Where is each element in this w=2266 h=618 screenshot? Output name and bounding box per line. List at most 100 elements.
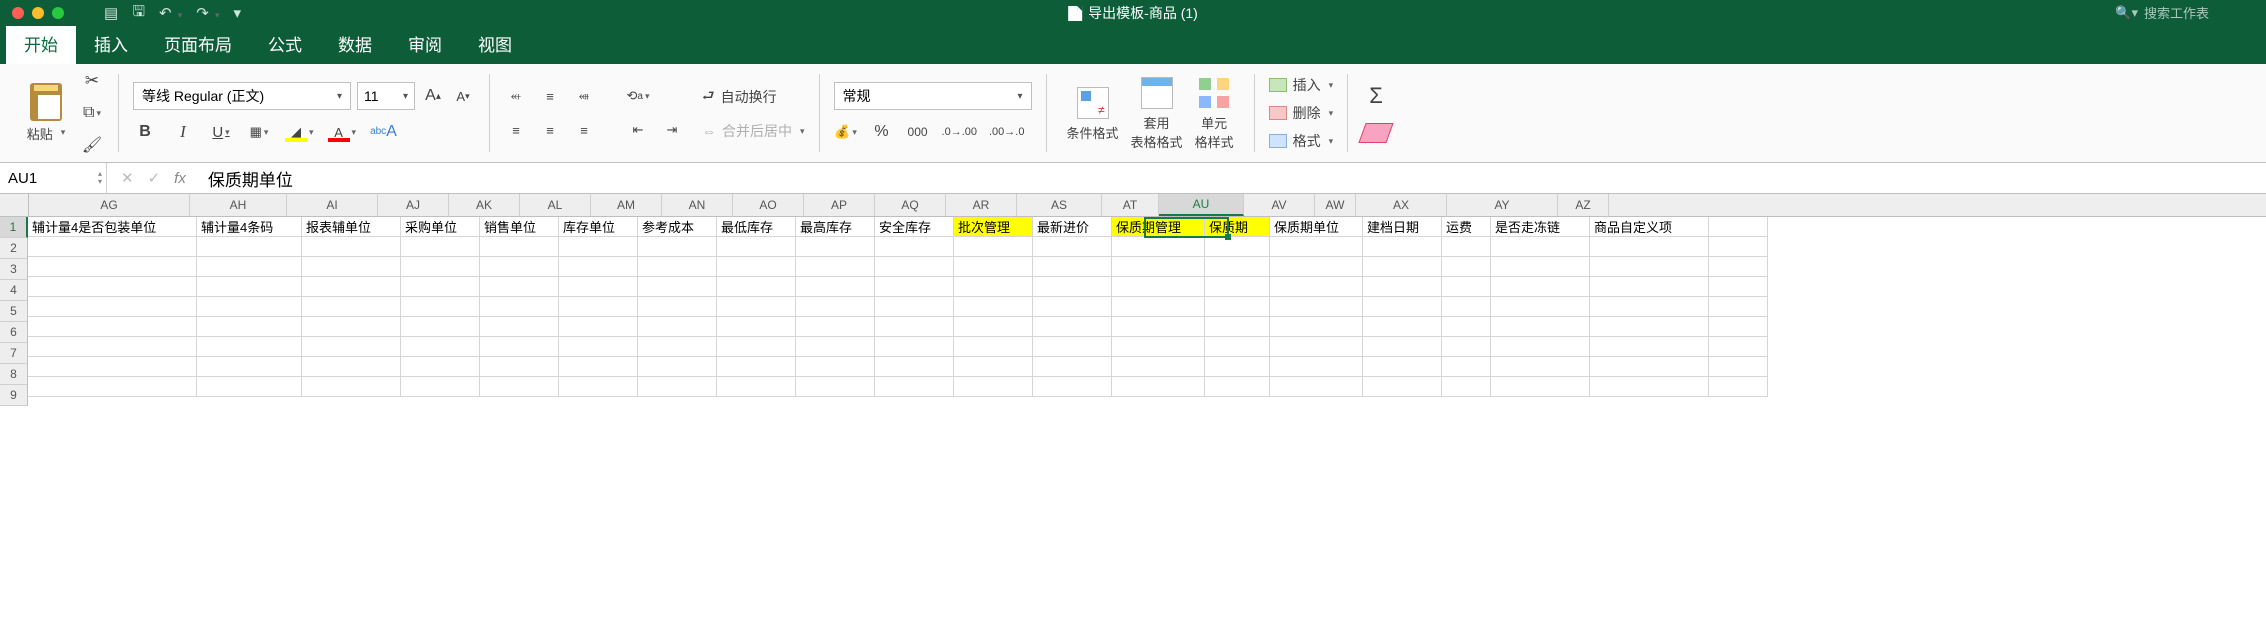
column-header-AR[interactable]: AR [946,194,1017,216]
row-header-9[interactable]: 9 [0,385,28,406]
cell-AM4[interactable] [638,277,717,297]
tab-插入[interactable]: 插入 [76,23,146,64]
cell-AJ3[interactable] [401,257,480,277]
column-header-AL[interactable]: AL [520,194,591,216]
cell-AY4[interactable] [1590,277,1709,297]
column-header-AH[interactable]: AH [190,194,287,216]
cell-AP8[interactable] [875,357,954,377]
conditional-format-button[interactable]: 条件格式 [1061,85,1125,142]
cell-AU3[interactable] [1270,257,1363,277]
cell-AI6[interactable] [302,317,401,337]
cell-AG4[interactable] [28,277,197,297]
cell-AG8[interactable] [28,357,197,377]
cell-AO5[interactable] [796,297,875,317]
cell-AS1[interactable]: 保质期管理 [1112,217,1205,237]
cell-AJ8[interactable] [401,357,480,377]
redo-icon[interactable]: ↷ ▾ [196,4,219,22]
cell-AQ1[interactable]: 批次管理 [954,217,1033,237]
cell-AM2[interactable] [638,237,717,257]
cell-AQ4[interactable] [954,277,1033,297]
cell-AR3[interactable] [1033,257,1112,277]
cell-AV7[interactable] [1363,337,1442,357]
column-header-AU[interactable]: AU [1159,194,1244,216]
maximize-window-button[interactable] [52,7,64,19]
row-header-3[interactable]: 3 [0,259,28,280]
column-header-AV[interactable]: AV [1244,194,1315,216]
row-header-2[interactable]: 2 [0,238,28,259]
cell-AS2[interactable] [1112,237,1205,257]
column-header-AG[interactable]: AG [29,194,190,216]
cell-AG5[interactable] [28,297,197,317]
cell-AZ1[interactable] [1709,217,1768,237]
align-left-button[interactable]: ≡ [504,118,528,142]
cell-AJ5[interactable] [401,297,480,317]
column-header-AJ[interactable]: AJ [378,194,449,216]
cell-AP7[interactable] [875,337,954,357]
decrease-decimal-button[interactable]: .00→.0 [989,120,1024,144]
column-header-AZ[interactable]: AZ [1558,194,1609,216]
cell-AI9[interactable] [302,377,401,397]
cell-AX6[interactable] [1491,317,1590,337]
row-header-1[interactable]: 1 [0,217,28,238]
cell-AH7[interactable] [197,337,302,357]
cell-AH5[interactable] [197,297,302,317]
sheet-search[interactable]: 🔍▾ [2115,5,2256,22]
cell-AR6[interactable] [1033,317,1112,337]
cell-AH8[interactable] [197,357,302,377]
cell-AI8[interactable] [302,357,401,377]
cell-AM7[interactable] [638,337,717,357]
copy-button[interactable]: ⧉ ▾ [80,101,104,125]
cell-AG7[interactable] [28,337,197,357]
cell-AN9[interactable] [717,377,796,397]
cell-AU1[interactable]: 保质期单位 [1270,217,1363,237]
cell-AH1[interactable]: 辅计量4条码 [197,217,302,237]
clear-button[interactable] [1358,123,1393,143]
cell-AL7[interactable] [559,337,638,357]
increase-font-button[interactable]: A▴ [421,84,445,108]
cell-AQ6[interactable] [954,317,1033,337]
column-header-AO[interactable]: AO [733,194,804,216]
cells-area[interactable]: 辅计量4是否包装单位辅计量4条码报表辅单位采购单位销售单位库存单位参考成本最低库… [28,217,1768,406]
cell-AK2[interactable] [480,237,559,257]
cell-AG9[interactable] [28,377,197,397]
cell-AT9[interactable] [1205,377,1270,397]
cell-AU4[interactable] [1270,277,1363,297]
cell-AX8[interactable] [1491,357,1590,377]
cell-AV9[interactable] [1363,377,1442,397]
borders-button[interactable]: ▦ ▾ [247,120,271,144]
cell-AW7[interactable] [1442,337,1491,357]
column-header-AK[interactable]: AK [449,194,520,216]
cell-AW8[interactable] [1442,357,1491,377]
cell-AK7[interactable] [480,337,559,357]
column-header-AM[interactable]: AM [591,194,662,216]
cell-AQ2[interactable] [954,237,1033,257]
cell-AH9[interactable] [197,377,302,397]
cell-AK4[interactable] [480,277,559,297]
cell-AV5[interactable] [1363,297,1442,317]
cell-AR9[interactable] [1033,377,1112,397]
cell-AQ7[interactable] [954,337,1033,357]
cell-AX1[interactable]: 是否走冻链 [1491,217,1590,237]
cell-AP9[interactable] [875,377,954,397]
cell-AP3[interactable] [875,257,954,277]
cell-AR5[interactable] [1033,297,1112,317]
cell-AY3[interactable] [1590,257,1709,277]
cell-AZ7[interactable] [1709,337,1768,357]
decrease-indent-button[interactable]: ⇤ [626,118,650,142]
cell-AL1[interactable]: 库存单位 [559,217,638,237]
wrap-text-button[interactable]: ⮐自动换行 [702,85,805,109]
cell-AO3[interactable] [796,257,875,277]
cell-AW9[interactable] [1442,377,1491,397]
percent-button[interactable]: % [870,120,894,144]
cell-AP4[interactable] [875,277,954,297]
align-top-button[interactable]: ⬴ [504,84,528,108]
cell-AP2[interactable] [875,237,954,257]
font-name-select[interactable]: 等线 Regular (正文)▾ [133,82,351,110]
bold-button[interactable]: B [133,120,157,144]
cell-AG6[interactable] [28,317,197,337]
cell-AM9[interactable] [638,377,717,397]
cell-AV4[interactable] [1363,277,1442,297]
cell-AI5[interactable] [302,297,401,317]
cell-AR4[interactable] [1033,277,1112,297]
cell-AI2[interactable] [302,237,401,257]
